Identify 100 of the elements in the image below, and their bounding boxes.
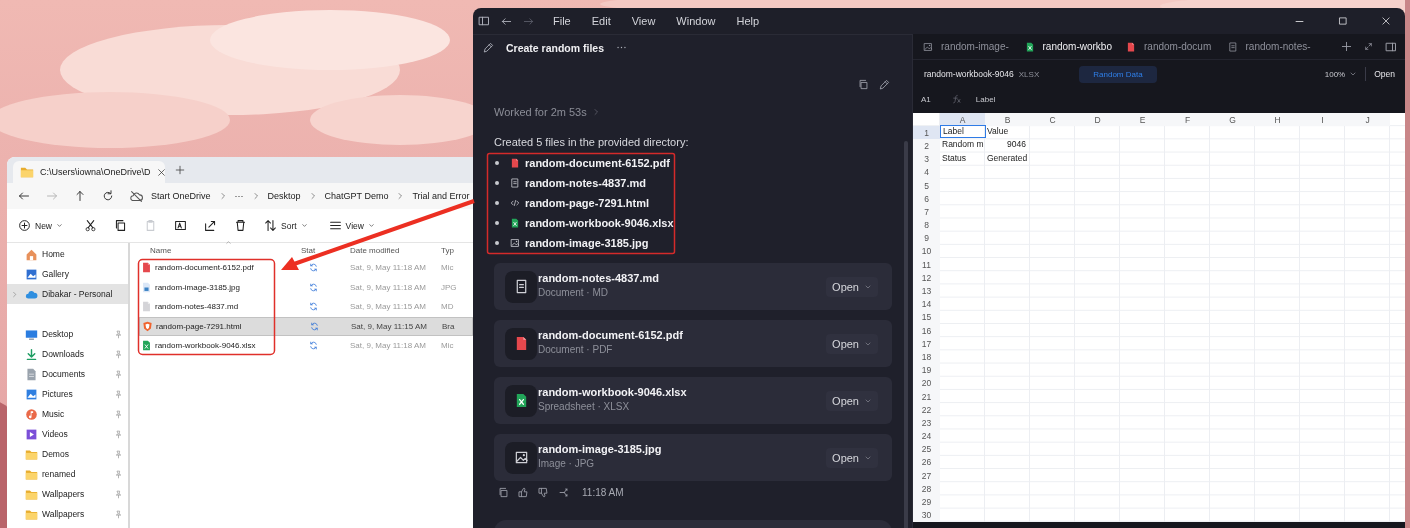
column-header[interactable]: D xyxy=(1075,113,1120,127)
menu-item[interactable]: Window xyxy=(676,15,716,27)
table-cell[interactable]: Random m xyxy=(940,138,986,152)
menu-item[interactable]: Edit xyxy=(591,15,611,27)
row-header[interactable]: 1 xyxy=(913,126,940,140)
thumbs-down-icon[interactable] xyxy=(538,486,549,498)
formula-field[interactable]: Label xyxy=(975,94,996,104)
column-header[interactable]: B xyxy=(985,113,1030,127)
open-button[interactable]: Open xyxy=(826,390,878,411)
table-cell[interactable]: Generated xyxy=(985,151,1030,165)
panel-icon[interactable] xyxy=(1385,40,1397,53)
toolbar-button[interactable]: View xyxy=(328,219,375,232)
column-header[interactable]: Name xyxy=(139,246,301,255)
open-button[interactable]: Open xyxy=(826,447,878,468)
table-cell[interactable]: Label xyxy=(940,125,986,139)
toolbar-button[interactable]: New xyxy=(18,219,63,232)
rename-icon[interactable] xyxy=(174,219,187,232)
open-button[interactable]: Open xyxy=(826,276,878,297)
left-arrow-icon[interactable] xyxy=(501,15,512,27)
copy-icon[interactable] xyxy=(114,219,127,232)
column-header[interactable]: G xyxy=(1210,113,1255,127)
share-icon[interactable] xyxy=(204,219,217,232)
zoom-dropdown[interactable]: 100% xyxy=(1324,69,1358,79)
sidebar-item[interactable]: Wallpapers xyxy=(7,484,128,504)
file-row[interactable]: random-notes-4837.md Sat, 9, May 11:15 AM MD xyxy=(139,297,473,317)
row-header[interactable]: 29 xyxy=(913,495,940,509)
column-header[interactable]: Typ xyxy=(441,246,473,255)
file-tab[interactable]: random-workbo xyxy=(1024,41,1118,52)
row-header[interactable]: 2 xyxy=(913,139,940,153)
worked-time-link[interactable]: Worked for 2m 53s xyxy=(494,106,587,118)
row-header[interactable]: 22 xyxy=(913,403,940,417)
open-button[interactable]: Open xyxy=(1374,69,1395,79)
file-name[interactable]: random-document-6152.pdf xyxy=(155,263,254,273)
sidebar-item[interactable]: Pictures xyxy=(7,384,128,404)
column-header[interactable]: Stat xyxy=(301,246,350,255)
sidebar-item[interactable]: Wallpapers xyxy=(7,504,128,524)
expand-icon[interactable] xyxy=(1364,42,1373,51)
row-header[interactable]: 12 xyxy=(913,271,940,285)
edit-icon[interactable] xyxy=(483,42,494,53)
table-cell[interactable]: Status xyxy=(940,151,969,165)
sidebar-item[interactable]: renamed xyxy=(7,464,128,484)
row-header[interactable]: 28 xyxy=(913,482,940,496)
file-tab[interactable]: random-docum xyxy=(1126,41,1220,52)
sidebar-item[interactable]: Music xyxy=(7,404,128,424)
column-header[interactable]: C xyxy=(1030,113,1075,127)
row-header[interactable]: 23 xyxy=(913,416,940,430)
table-cell[interactable]: 9046 xyxy=(1005,138,1028,152)
sidebar-item[interactable]: Desktop xyxy=(7,324,128,344)
row-header[interactable]: 27 xyxy=(913,469,940,483)
open-button[interactable]: Open xyxy=(826,333,878,354)
breadcrumb-link[interactable]: ChatGPT Demo xyxy=(324,191,389,201)
row-header[interactable]: 6 xyxy=(913,192,940,206)
file-row[interactable]: random-document-6152.pdf Sat, 9, May 11:18 AM Mic xyxy=(139,258,473,278)
row-header[interactable]: 17 xyxy=(913,337,940,351)
thumbs-up-icon[interactable] xyxy=(518,486,529,498)
sheet-tab[interactable]: Random Data xyxy=(1079,65,1157,83)
file-name[interactable]: random-workbook-9046.xlsx xyxy=(155,341,256,351)
file-name[interactable]: random-image-3185.jpg xyxy=(155,282,240,292)
column-header[interactable]: F xyxy=(1165,113,1210,127)
row-header[interactable]: 13 xyxy=(913,284,940,298)
file-row[interactable]: random-image-3185.jpg Sat, 9, May 11:18 AM JPG xyxy=(139,277,473,297)
close-icon[interactable] xyxy=(156,167,165,177)
sidebar-icon[interactable] xyxy=(478,15,490,27)
file-tab[interactable]: random-notes- xyxy=(1227,41,1321,52)
row-header[interactable]: 16 xyxy=(913,324,940,338)
breadcrumb-link[interactable]: Desktop xyxy=(267,191,301,201)
breadcrumb-link[interactable]: Trial and Error xyxy=(412,191,470,201)
menu-item[interactable]: Help xyxy=(736,15,760,27)
file-row[interactable]: random-workbook-9046.xlsx Sat, 9, May 11:18 AM Mic xyxy=(139,336,473,356)
sidebar-item[interactable]: Home xyxy=(7,244,128,264)
scissors-icon[interactable] xyxy=(84,219,97,232)
sidebar-item[interactable]: Gallery xyxy=(7,264,128,284)
column-header[interactable]: J xyxy=(1345,113,1390,127)
sidebar-item[interactable]: Videos xyxy=(7,424,128,444)
breadcrumb-link[interactable]: Start OneDrive xyxy=(151,191,211,201)
branch-icon[interactable] xyxy=(558,486,569,498)
breadcrumb-link[interactable]: ··· xyxy=(234,191,244,201)
sidebar-item[interactable]: Demos xyxy=(7,444,128,464)
file-row[interactable]: random-page-7291.html Sat, 9, May 11:15 AM Bra xyxy=(139,316,473,336)
file-name[interactable]: random-notes-4837.md xyxy=(155,302,239,312)
trash-icon[interactable] xyxy=(234,219,247,232)
sidebar-item[interactable]: Downloads xyxy=(7,344,128,364)
menu-item[interactable]: File xyxy=(553,15,571,27)
column-header[interactable]: I xyxy=(1300,113,1345,127)
row-header[interactable]: 11 xyxy=(913,258,940,272)
sidebar-item[interactable]: Dibakar - Personal xyxy=(7,284,128,304)
left-arrow-icon[interactable] xyxy=(18,190,30,202)
plus-icon[interactable] xyxy=(1341,41,1352,52)
refresh-icon[interactable] xyxy=(102,190,114,202)
row-header[interactable]: 7 xyxy=(913,205,940,219)
column-header[interactable]: E xyxy=(1120,113,1165,127)
window-tab[interactable]: C:\Users\iowna\OneDrive\D xyxy=(13,161,165,183)
clipboard-icon[interactable] xyxy=(144,219,157,232)
column-header[interactable]: Date modified xyxy=(350,246,441,255)
menu-item[interactable]: View xyxy=(631,15,656,27)
sidebar-item[interactable]: Documents xyxy=(7,364,128,384)
row-header[interactable]: 18 xyxy=(913,350,940,364)
plus-icon[interactable] xyxy=(175,165,185,175)
up-arrow-icon[interactable] xyxy=(74,190,86,202)
edit-icon[interactable] xyxy=(879,79,890,90)
